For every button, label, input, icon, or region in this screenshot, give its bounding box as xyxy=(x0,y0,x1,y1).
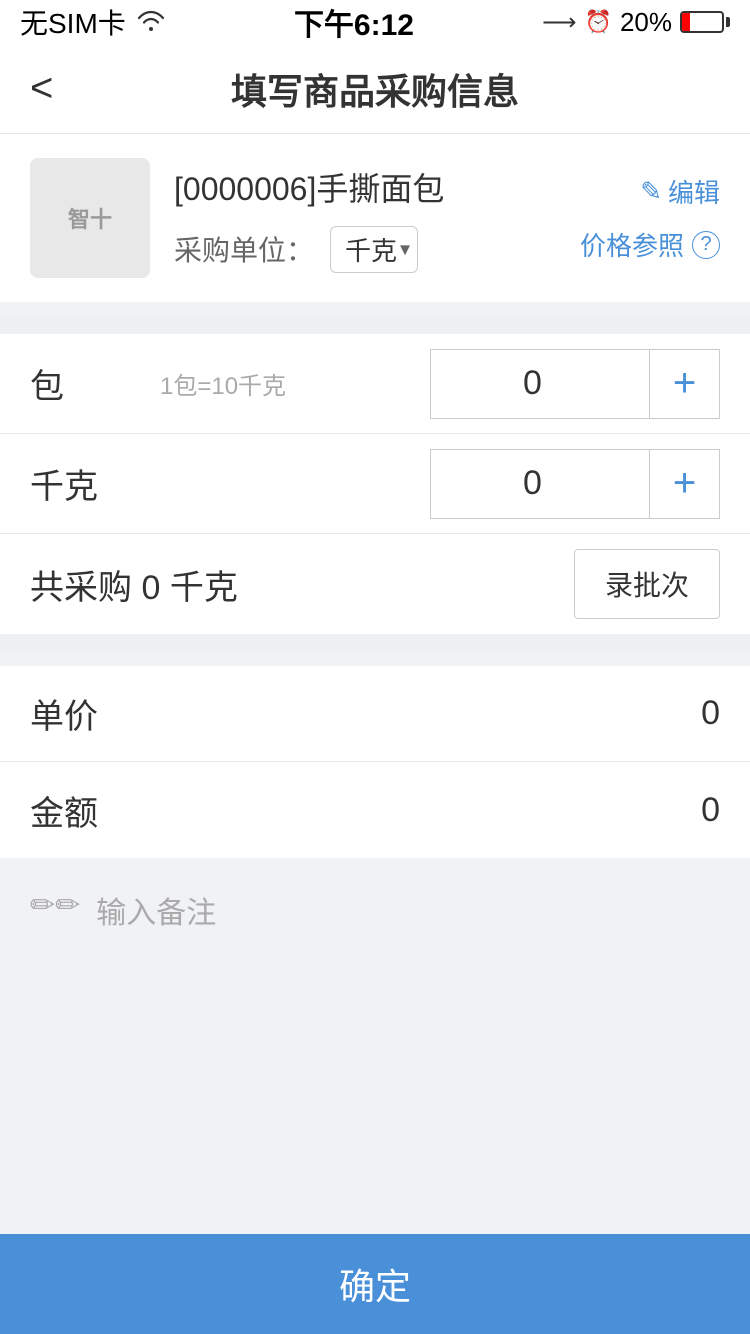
amount-label: 金额 xyxy=(30,786,98,835)
bag-label: 包 xyxy=(30,359,150,408)
info-section: 单价 0 金额 0 xyxy=(0,666,750,858)
unit-price-value: 0 xyxy=(701,694,720,733)
kg-plus-button[interactable]: + xyxy=(650,449,720,519)
product-actions: ✎ 编辑 价格参照 ? xyxy=(580,173,720,263)
unit-select-wrap[interactable]: 千克 xyxy=(330,226,418,273)
edit-button[interactable]: ✎ 编辑 xyxy=(640,173,720,210)
remark-placeholder: 输入备注 xyxy=(96,888,216,932)
wifi-icon xyxy=(136,6,166,38)
kg-quantity-input[interactable] xyxy=(430,449,650,519)
amount-value: 0 xyxy=(701,791,720,830)
confirm-button[interactable]: 确定 xyxy=(0,1234,750,1334)
remark-section[interactable]: ✏ 输入备注 xyxy=(0,858,750,978)
product-card: 智十 [0000006]手撕面包 采购单位： 千克 ✎ 编辑 价格参照 ? xyxy=(0,134,750,302)
section-divider-1 xyxy=(0,318,750,334)
bag-input-row: 包 1包=10千克 + xyxy=(0,334,750,434)
section-divider-2 xyxy=(0,634,750,650)
product-info: [0000006]手撕面包 采购单位： 千克 xyxy=(174,164,556,273)
input-section: 包 1包=10千克 + 千克 + xyxy=(0,334,750,534)
bag-sublabel: 1包=10千克 xyxy=(160,366,286,401)
unit-label: 采购单位： xyxy=(174,229,314,269)
edit-pencil-icon: ✎ xyxy=(640,176,662,207)
bag-quantity-input[interactable] xyxy=(430,349,650,419)
remark-pencil-icon: ✏ xyxy=(30,888,80,923)
alarm-icon: ⏰ xyxy=(585,9,612,35)
page-title: 填写商品采购信息 xyxy=(231,63,519,115)
amount-row: 金额 0 xyxy=(0,762,750,858)
carrier-text: 无SIM卡 xyxy=(20,2,126,42)
status-bar: 无SIM卡 下午6:12 ⟶ ⏰ 20% xyxy=(0,0,750,44)
unit-price-row: 单价 0 xyxy=(0,666,750,762)
unit-price-label: 单价 xyxy=(30,689,98,738)
kg-input-row: 千克 + xyxy=(0,434,750,534)
kg-input-right: + xyxy=(430,449,720,519)
status-right: ⟶ ⏰ 20% xyxy=(542,7,730,38)
help-icon: ? xyxy=(692,231,720,259)
battery-icon xyxy=(680,11,730,33)
batch-button[interactable]: 录批次 xyxy=(574,549,720,619)
total-label: 共采购 0 千克 xyxy=(30,560,238,609)
product-unit-row: 采购单位： 千克 xyxy=(174,226,556,273)
unit-select[interactable]: 千克 xyxy=(330,226,418,273)
price-ref-label: 价格参照 xyxy=(580,226,684,263)
nav-bar: < 填写商品采购信息 xyxy=(0,44,750,134)
main-content: 智十 [0000006]手撕面包 采购单位： 千克 ✎ 编辑 价格参照 ? xyxy=(0,134,750,1088)
battery-percent: 20% xyxy=(620,7,672,38)
back-button[interactable]: < xyxy=(30,66,53,111)
total-row: 共采购 0 千克 录批次 xyxy=(0,534,750,634)
price-ref-button[interactable]: 价格参照 ? xyxy=(580,226,720,263)
location-icon: ⟶ xyxy=(542,8,576,37)
bag-input-right: + xyxy=(430,349,720,419)
bag-plus-button[interactable]: + xyxy=(650,349,720,419)
kg-label: 千克 xyxy=(30,459,150,508)
status-left: 无SIM卡 xyxy=(20,2,166,42)
product-thumbnail: 智十 xyxy=(30,158,150,278)
status-time: 下午6:12 xyxy=(294,0,414,44)
product-name: [0000006]手撕面包 xyxy=(174,164,556,210)
